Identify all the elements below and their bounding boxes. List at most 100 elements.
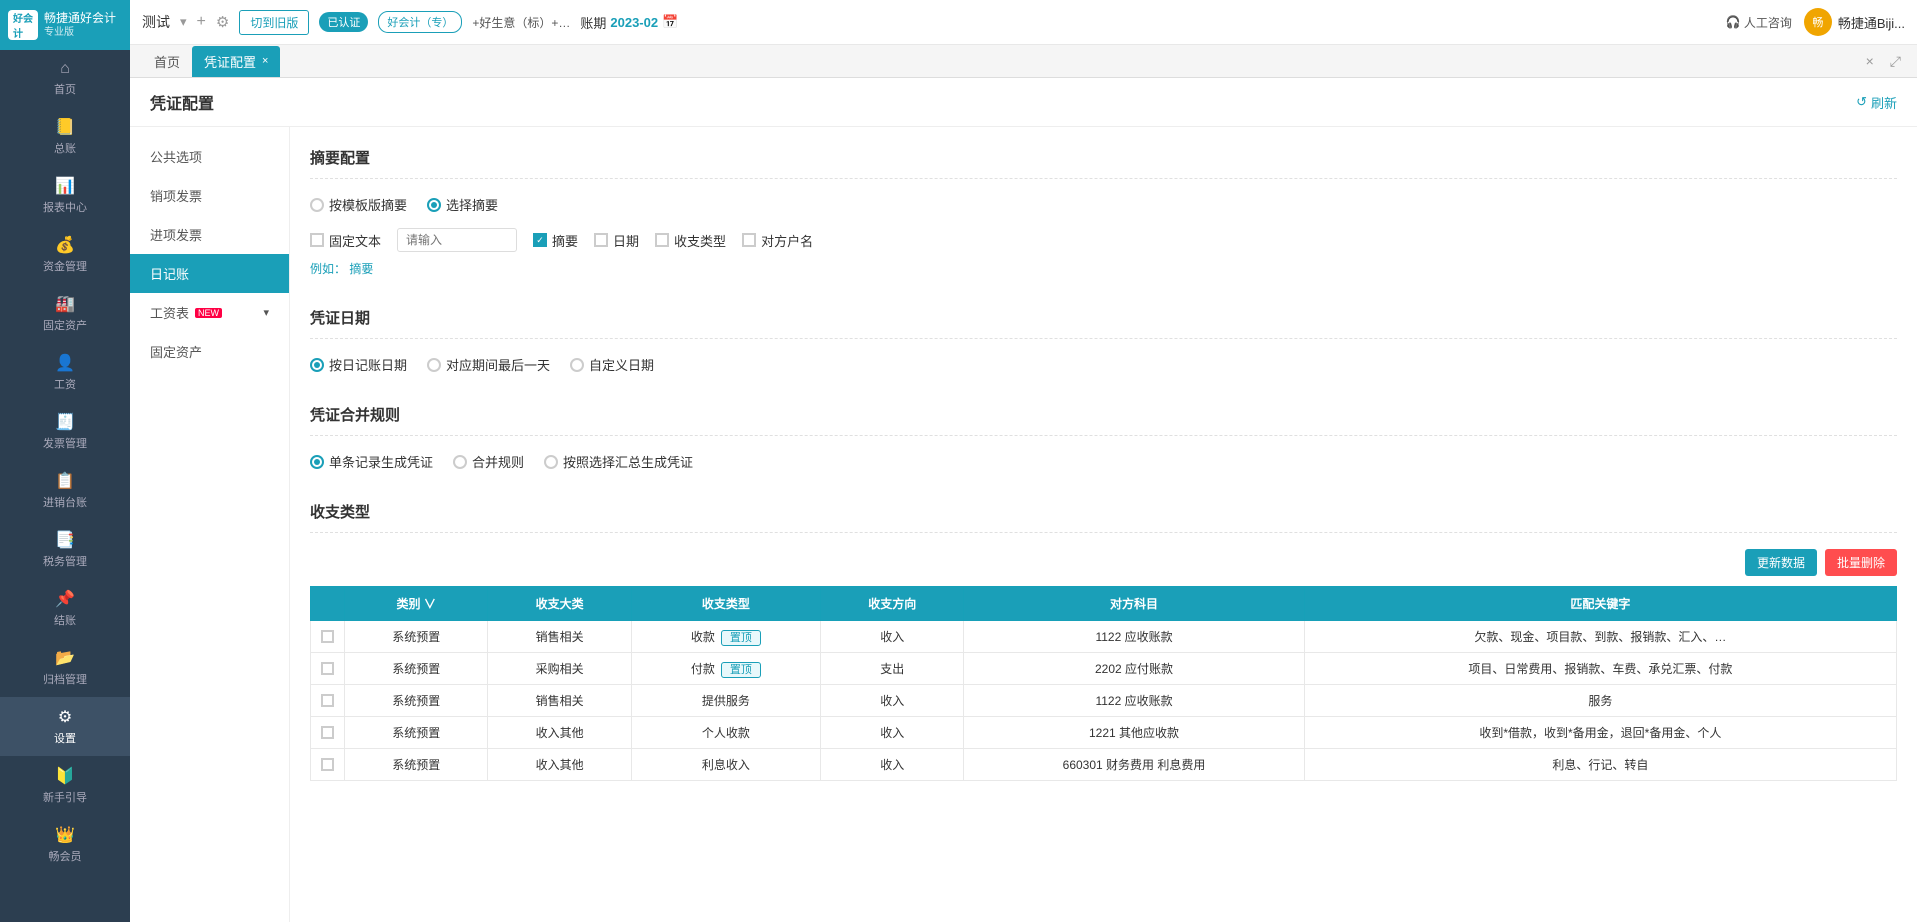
row-subject: 1122 应收账款 bbox=[964, 621, 1304, 653]
sidebar-item-固定资产[interactable]: 🏭固定资产 bbox=[0, 284, 130, 343]
row-direction: 收入 bbox=[820, 717, 963, 749]
row-subject: 1221 其他应收款 bbox=[964, 717, 1304, 749]
sidebar-label-资金管理: 资金管理 bbox=[43, 258, 87, 274]
refresh-button[interactable]: ↺ 刷新 bbox=[1856, 93, 1897, 112]
sidebar-label-进销台账: 进销台账 bbox=[43, 494, 87, 510]
row-checkbox[interactable] bbox=[321, 662, 334, 675]
select-all-checkbox[interactable] bbox=[321, 597, 334, 610]
row-type: 收款置顶 bbox=[631, 621, 820, 653]
sidebar-item-总账[interactable]: 📒总账 bbox=[0, 107, 130, 166]
update-data-button[interactable]: 更新数据 bbox=[1745, 549, 1817, 576]
row-keywords: 收到*借款，收到*备用金，退回*备用金、个人 bbox=[1304, 717, 1896, 749]
row-keywords: 利息、行记、转自 bbox=[1304, 749, 1896, 781]
expand-icon[interactable]: ▾ bbox=[263, 306, 269, 319]
income-expense-table: 类别 ∨ 收支大类 收支类型 收支方向 对方科目 匹配关键字 系统预置 销售相关 bbox=[310, 586, 1897, 781]
window-close-icon[interactable]: × bbox=[1862, 51, 1878, 72]
user-name: 畅捷通Biji... bbox=[1838, 13, 1905, 32]
sidebar-item-资金管理[interactable]: 💰资金管理 bbox=[0, 225, 130, 284]
radio-single-record[interactable]: 单条记录生成凭证 bbox=[310, 452, 433, 471]
left-nav-list: 公共选项销项发票进项发票日记账工资表NEW▾固定资产 bbox=[130, 137, 289, 371]
merge-rules-section: 凭证合并规则 单条记录生成凭证 合并规则 按照选择汇总生成凭证 bbox=[310, 404, 1897, 471]
tag-reset[interactable]: 置顶 bbox=[721, 662, 761, 678]
sidebar-icon-进销台账: 📋 bbox=[55, 471, 75, 491]
sidebar-label-首页: 首页 bbox=[54, 81, 76, 97]
radio-aggregate[interactable]: 按照选择汇总生成凭证 bbox=[544, 452, 693, 471]
sidebar-item-首页[interactable]: ⌂首页 bbox=[0, 50, 130, 107]
row-checkbox-cell[interactable] bbox=[311, 621, 345, 653]
row-checkbox[interactable] bbox=[321, 726, 334, 739]
row-keywords: 服务 bbox=[1304, 685, 1896, 717]
col-keywords: 匹配关键字 bbox=[1304, 587, 1896, 621]
row-category: 系统预置 bbox=[345, 749, 488, 781]
tab-bar: 首页 凭证配置 × × ⤢ bbox=[130, 45, 1917, 78]
row-checkbox-cell[interactable] bbox=[311, 653, 345, 685]
sidebar-item-畅会员[interactable]: 👑畅会员 bbox=[0, 815, 130, 874]
tag-reset[interactable]: 置顶 bbox=[721, 630, 761, 646]
checkbox-fixed-text[interactable]: 固定文本 bbox=[310, 231, 381, 250]
row-checkbox-cell[interactable] bbox=[311, 685, 345, 717]
switch-version-button[interactable]: 切到旧版 bbox=[239, 10, 309, 35]
sidebar-icon-发票管理: 🧾 bbox=[55, 412, 75, 432]
header-checkbox-cell[interactable] bbox=[311, 587, 345, 621]
row-category: 系统预置 bbox=[345, 621, 488, 653]
radio-merge-rules[interactable]: 合并规则 bbox=[453, 452, 524, 471]
left-nav-item-固定资产[interactable]: 固定资产 bbox=[130, 332, 289, 371]
checkbox-date-box bbox=[594, 233, 608, 247]
tab-voucher-config[interactable]: 凭证配置 × bbox=[192, 46, 280, 77]
row-checkbox[interactable] bbox=[321, 630, 334, 643]
row-checkbox[interactable] bbox=[321, 694, 334, 707]
radio-last-day[interactable]: 对应期间最后一天 bbox=[427, 355, 550, 374]
topbar-gear-icon[interactable]: ⚙ bbox=[216, 13, 229, 31]
left-nav-item-销项发票[interactable]: 销项发票 bbox=[130, 176, 289, 215]
voucher-date-section: 凭证日期 按日记账日期 对应期间最后一天 自定义日期 bbox=[310, 307, 1897, 374]
sidebar-item-工资[interactable]: 👤工资 bbox=[0, 343, 130, 402]
table-row: 系统预置 销售相关 收款置顶 收入 1122 应收账款 欠款、现金、项目款、到款… bbox=[311, 621, 1897, 653]
table-row: 系统预置 采购相关 付款置顶 支出 2202 应付账款 项目、日常费用、报销款、… bbox=[311, 653, 1897, 685]
checkbox-income-type[interactable]: 收支类型 bbox=[655, 231, 726, 250]
row-direction: 收入 bbox=[820, 621, 963, 653]
radio-choose-summary[interactable]: 选择摘要 bbox=[427, 195, 498, 214]
sidebar-item-进销台账[interactable]: 📋 进销台账 bbox=[0, 461, 130, 520]
help-button[interactable]: 🎧 人工咨询 bbox=[1726, 14, 1792, 31]
sidebar-item-结账[interactable]: 📌结账 bbox=[0, 579, 130, 638]
checkbox-date[interactable]: 日期 bbox=[594, 231, 639, 250]
calendar-icon[interactable]: 📅 bbox=[662, 14, 678, 30]
sidebar-item-新手引导[interactable]: 🔰新手引导 bbox=[0, 756, 130, 815]
checkbox-counterpart-name[interactable]: 对方户名 bbox=[742, 231, 813, 250]
sidebar-icon-新手引导: 🔰 bbox=[55, 766, 75, 786]
left-nav-item-日记账[interactable]: 日记账 bbox=[130, 254, 289, 293]
sidebar-item-发票管理[interactable]: 🧾发票管理 bbox=[0, 402, 130, 461]
summary-radio-group: 按模板版摘要 选择摘要 bbox=[310, 195, 1897, 214]
sidebar-nav: ⌂首页📒总账📊报表中心💰资金管理🏭固定资产👤工资🧾发票管理 📋 进销台账 📑税务管理📌… bbox=[0, 50, 130, 874]
fixed-text-input[interactable] bbox=[397, 228, 517, 252]
sidebar-item-税务管理[interactable]: 📑税务管理 bbox=[0, 520, 130, 579]
tag1-badge: 好会计（专） bbox=[378, 11, 462, 33]
table-body: 系统预置 销售相关 收款置顶 收入 1122 应收账款 欠款、现金、项目款、到款… bbox=[311, 621, 1897, 781]
left-nav-item-进项发票[interactable]: 进项发票 bbox=[130, 215, 289, 254]
tab-home[interactable]: 首页 bbox=[142, 46, 192, 77]
sidebar-item-归档管理[interactable]: 📂归档管理 bbox=[0, 638, 130, 697]
row-subject: 2202 应付账款 bbox=[964, 653, 1304, 685]
tab-close-icon[interactable]: × bbox=[262, 55, 268, 67]
sidebar-item-设置[interactable]: ⚙设置 bbox=[0, 697, 130, 756]
topbar-plus-icon[interactable]: + bbox=[197, 13, 206, 31]
company-dropdown-icon[interactable]: ▾ bbox=[180, 14, 187, 30]
checkbox-income-type-box bbox=[655, 233, 669, 247]
sidebar-item-报表中心[interactable]: 📊报表中心 bbox=[0, 166, 130, 225]
row-checkbox-cell[interactable] bbox=[311, 749, 345, 781]
row-checkbox[interactable] bbox=[321, 758, 334, 771]
checkbox-summary[interactable]: ✓ 摘要 bbox=[533, 231, 578, 250]
radio-journal-date[interactable]: 按日记账日期 bbox=[310, 355, 407, 374]
row-checkbox-cell[interactable] bbox=[311, 717, 345, 749]
topbar: 测试 ▾ + ⚙ 切到旧版 已认证 好会计（专） +好生意（标）+… 账期 20… bbox=[130, 0, 1917, 45]
radio-custom-date[interactable]: 自定义日期 bbox=[570, 355, 654, 374]
left-nav-item-公共选项[interactable]: 公共选项 bbox=[130, 137, 289, 176]
user-menu[interactable]: 畅 畅捷通Biji... bbox=[1804, 8, 1905, 36]
batch-delete-button[interactable]: 批量删除 bbox=[1825, 549, 1897, 576]
left-nav-item-工资表[interactable]: 工资表NEW▾ bbox=[130, 293, 289, 332]
window-expand-icon[interactable]: ⤢ bbox=[1886, 51, 1905, 72]
radio-template-summary[interactable]: 按模板版摘要 bbox=[310, 195, 407, 214]
merge-rules-radio-group: 单条记录生成凭证 合并规则 按照选择汇总生成凭证 bbox=[310, 452, 1897, 471]
page-header: 凭证配置 ↺ 刷新 bbox=[130, 78, 1917, 127]
checkbox-counterpart-name-box bbox=[742, 233, 756, 247]
